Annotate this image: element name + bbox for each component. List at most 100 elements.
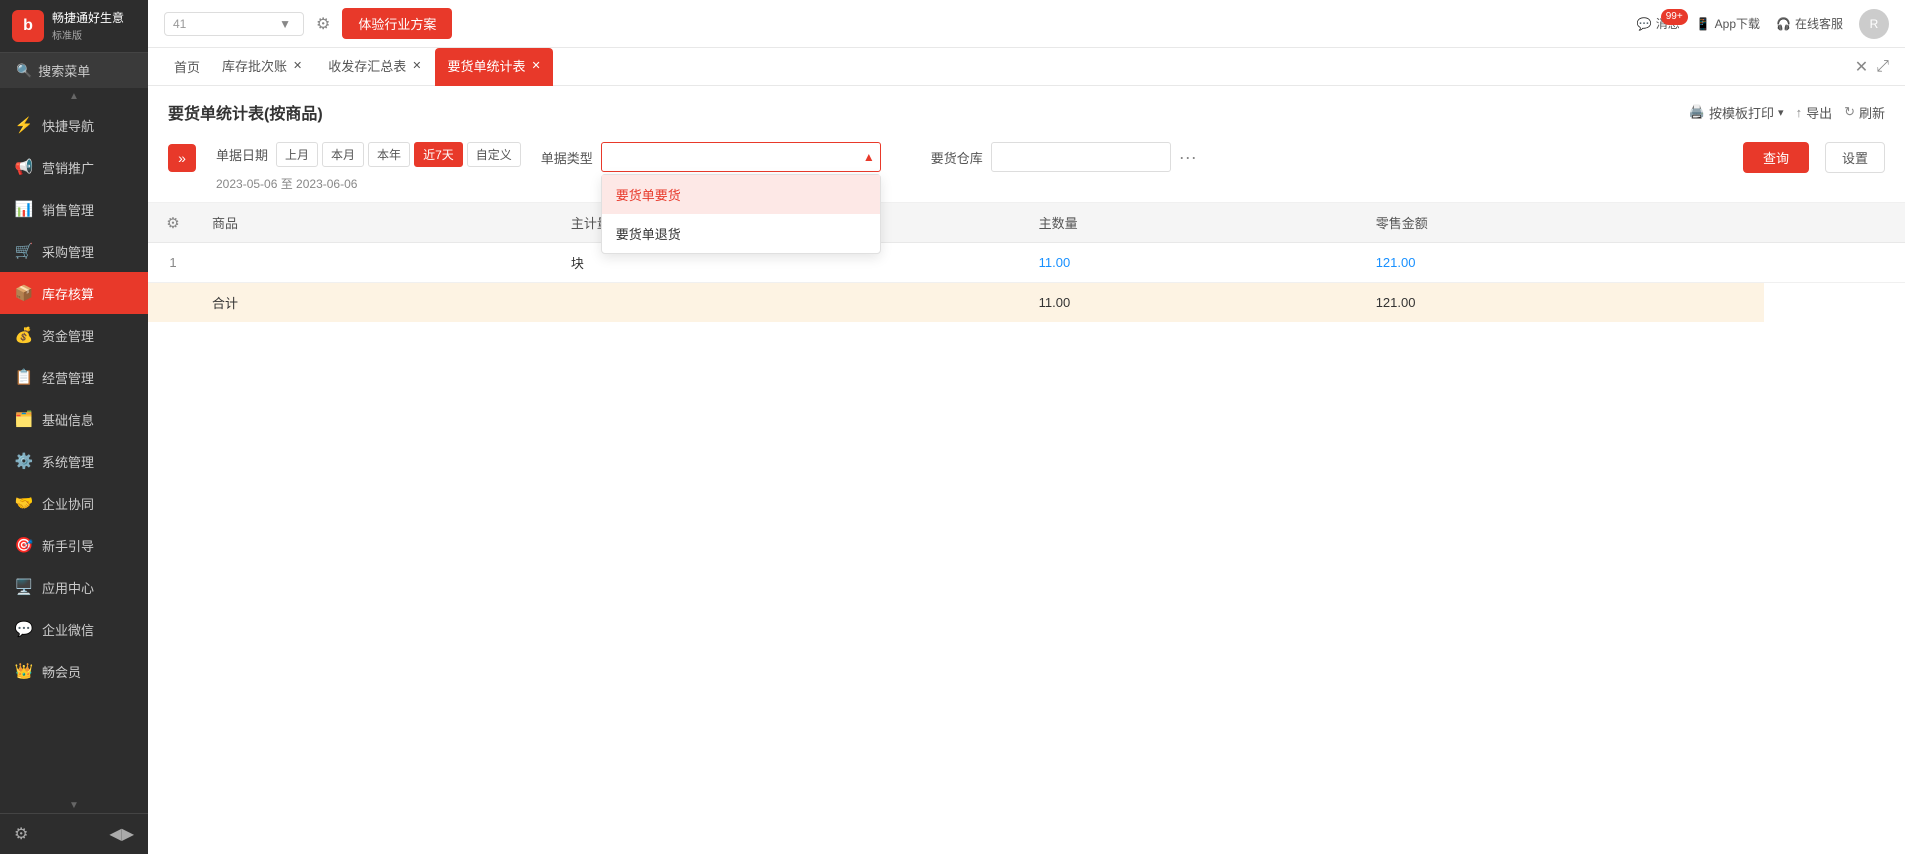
col-extra <box>1764 203 1905 243</box>
amount-link[interactable]: 121.00 <box>1376 255 1416 270</box>
select-option-return[interactable]: 要货单退货 <box>602 214 880 253</box>
topbar-right: 💬 消息 99+ 📱 App下载 🎧 在线客服 R <box>1637 9 1889 39</box>
print-button[interactable]: 🖨️ 按模板打印 ▾ <box>1689 103 1784 122</box>
search-icon: 🔍 <box>16 63 32 79</box>
guide-icon: 🎯 <box>14 535 34 555</box>
sidebar-item-member[interactable]: 👑 畅会员 <box>0 650 148 692</box>
app-download-item[interactable]: 📱 App下载 <box>1696 15 1760 32</box>
table-footer-row: 合计 11.00 121.00 <box>148 283 1905 323</box>
sidebar-item-purchase[interactable]: 🛒 采购管理 <box>0 230 148 272</box>
col-settings[interactable]: ⚙ <box>148 203 198 243</box>
type-select-dropdown: 要货单要货 要货单退货 <box>601 174 881 254</box>
settings-icon[interactable]: ⚙ <box>14 824 28 844</box>
tab-close-icon[interactable]: ✕ <box>532 59 541 72</box>
service-icon: 🎧 <box>1776 17 1791 31</box>
sidebar-item-finance[interactable]: 💰 资金管理 <box>0 314 148 356</box>
type-label: 单据类型 <box>541 148 593 167</box>
tab-close-icon[interactable]: ✕ <box>293 59 302 72</box>
date-btn-current[interactable]: 本月 <box>322 142 364 167</box>
sidebar-item-shortcut[interactable]: ⚡ 快捷导航 <box>0 104 148 146</box>
sidebar-item-base[interactable]: 🗂️ 基础信息 <box>0 398 148 440</box>
message-item[interactable]: 💬 消息 99+ <box>1637 15 1680 32</box>
sidebar-nav: ⚡ 快捷导航 📢 营销推广 📊 销售管理 🛒 采购管理 📦 库存核算 💰 资金管… <box>0 104 148 797</box>
sidebar-item-business[interactable]: 📋 经营管理 <box>0 356 148 398</box>
data-table: ⚙ 商品 主计量单位 主数量 零售金额 1 <box>148 203 1905 322</box>
setting-button[interactable]: 设置 <box>1825 142 1885 173</box>
online-service-label: 在线客服 <box>1795 15 1843 32</box>
type-select-display[interactable]: ▲ <box>601 142 881 172</box>
quantity-link[interactable]: 11.00 <box>1039 255 1071 270</box>
gear-icon[interactable]: ⚙ <box>316 14 330 34</box>
table-header-row: ⚙ 商品 主计量单位 主数量 零售金额 <box>148 203 1905 243</box>
sidebar-item-system[interactable]: ⚙️ 系统管理 <box>0 440 148 482</box>
query-button[interactable]: 查询 <box>1743 142 1809 173</box>
user-avatar[interactable]: R <box>1859 9 1889 39</box>
date-range-display: 2023-05-06 至 2023-06-06 <box>216 175 521 192</box>
export-button[interactable]: ↑ 导出 <box>1796 103 1833 122</box>
footer-quantity: 11.00 <box>1025 283 1362 323</box>
filter-toggle-button[interactable]: » <box>168 144 196 172</box>
refresh-button[interactable]: ↻ 刷新 <box>1844 103 1885 122</box>
select-option-order[interactable]: 要货单要货 <box>602 175 880 214</box>
shortcut-icon: ⚡ <box>14 115 34 135</box>
sidebar-item-label: 企业微信 <box>42 620 94 639</box>
sidebar-bottom: ⚙ ◀▶ <box>0 813 148 854</box>
date-btn-up[interactable]: 上月 <box>276 142 318 167</box>
tab-inventory-batch[interactable]: 库存批次账 ✕ <box>210 48 314 86</box>
store-selector[interactable]: 41 ▼ <box>164 12 304 36</box>
tab-order-summary[interactable]: 要货单统计表 ✕ <box>435 48 552 86</box>
date-btn-custom[interactable]: 自定义 <box>467 142 521 167</box>
sidebar-search[interactable]: 🔍 搜索菜单 <box>0 53 148 88</box>
filter-action-group: 查询 设置 <box>1743 142 1885 173</box>
online-service-item[interactable]: 🎧 在线客服 <box>1776 15 1843 32</box>
sidebar-item-label: 采购管理 <box>42 242 94 261</box>
expand-window-icon[interactable]: ⤢ <box>1876 58 1889 76</box>
date-btn-7days[interactable]: 近7天 <box>414 142 463 167</box>
tab-close-icon[interactable]: ✕ <box>412 59 421 72</box>
sidebar-item-label: 库存核算 <box>42 284 94 303</box>
sidebar-item-guide[interactable]: 🎯 新手引导 <box>0 524 148 566</box>
date-btn-year[interactable]: 本年 <box>368 142 410 167</box>
scroll-down-arrow[interactable]: ▼ <box>0 797 148 813</box>
store-number: 41 <box>173 17 186 31</box>
table-settings-icon[interactable]: ⚙ <box>166 215 179 232</box>
tab-receive-summary[interactable]: 收发存汇总表 ✕ <box>316 48 433 86</box>
message-icon: 💬 <box>1637 17 1652 31</box>
sidebar-item-label: 畅会员 <box>42 662 81 681</box>
tab-home[interactable]: 首页 <box>164 48 210 86</box>
sidebar-item-enterprise[interactable]: 🤝 企业协同 <box>0 482 148 524</box>
row-product <box>198 243 557 283</box>
sidebar-item-appstore[interactable]: 🖥️ 应用中心 <box>0 566 148 608</box>
trial-button[interactable]: 体验行业方案 <box>342 8 452 39</box>
inventory-icon: 📦 <box>14 283 34 303</box>
purchase-icon: 🛒 <box>14 241 34 261</box>
tab-label: 库存批次账 <box>222 56 287 75</box>
close-all-icon[interactable]: ✕ <box>1855 57 1868 77</box>
footer-empty <box>148 283 198 323</box>
date-filter-row: 单据日期 上月 本月 本年 近7天 自定义 <box>216 142 521 167</box>
date-filter-group: 单据日期 上月 本月 本年 近7天 自定义 2023-05-06 至 2023-… <box>216 142 521 192</box>
sidebar-item-label: 应用中心 <box>42 578 94 597</box>
sidebar-item-wechat[interactable]: 💬 企业微信 <box>0 608 148 650</box>
type-filter-group: 单据类型 ▲ 要货单要货 要货单退货 <box>541 142 881 172</box>
topbar-left: 41 ▼ ⚙ 体验行业方案 <box>164 8 452 39</box>
enterprise-icon: 🤝 <box>14 493 34 513</box>
more-filters-icon[interactable]: ··· <box>1179 148 1197 166</box>
sidebar-item-marketing[interactable]: 📢 营销推广 <box>0 146 148 188</box>
sidebar-item-inventory[interactable]: 📦 库存核算 <box>0 272 148 314</box>
sidebar-item-label: 基础信息 <box>42 410 94 429</box>
scroll-up-arrow[interactable]: ▲ <box>0 88 148 104</box>
product-name <box>212 255 255 270</box>
main-area: 41 ▼ ⚙ 体验行业方案 💬 消息 99+ 📱 App下载 🎧 在线客服 <box>148 0 1905 854</box>
row-index: 1 <box>148 243 198 283</box>
warehouse-input[interactable] <box>991 142 1171 172</box>
sidebar-item-label: 资金管理 <box>42 326 94 345</box>
warehouse-filter-group: 要货仓库 ··· <box>911 142 1197 172</box>
footer-amount: 121.00 <box>1362 283 1764 323</box>
sidebar-item-label: 营销推广 <box>42 158 94 177</box>
print-dropdown-icon: ▾ <box>1778 106 1784 119</box>
collapse-icon[interactable]: ◀▶ <box>109 824 134 844</box>
finance-icon: 💰 <box>14 325 34 345</box>
sidebar-item-sales[interactable]: 📊 销售管理 <box>0 188 148 230</box>
type-select-arrow-icon: ▲ <box>863 150 875 164</box>
